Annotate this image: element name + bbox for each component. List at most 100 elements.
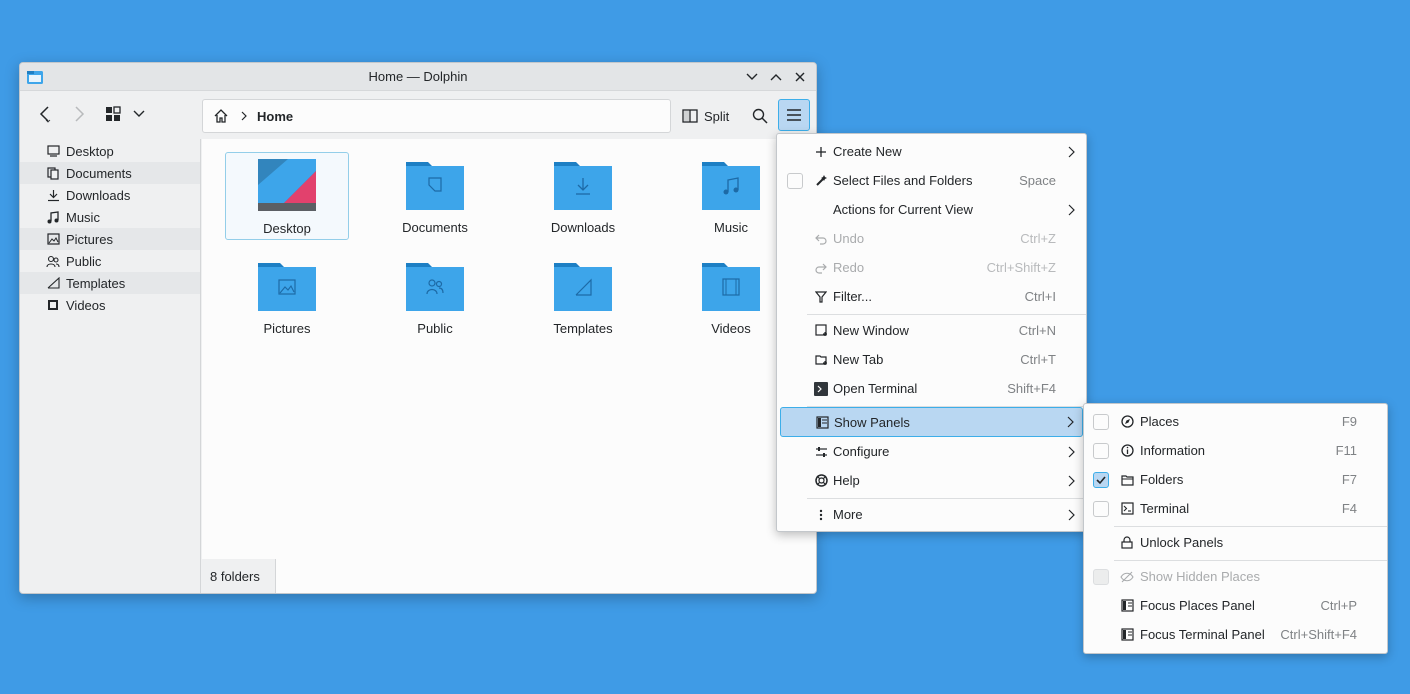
sidebar-item-label: Downloads	[66, 187, 131, 203]
sidebar-item-music[interactable]: Music	[20, 206, 200, 228]
public-icon	[46, 254, 60, 268]
status-bar: 8 folders	[202, 559, 276, 593]
templates-folder-icon	[554, 259, 612, 313]
folder-label: Music	[714, 220, 748, 235]
panel-item-show-hidden-places: Show Hidden Places	[1084, 562, 1387, 591]
chevron-right-icon	[1068, 146, 1075, 157]
new-tab-icon	[814, 353, 828, 367]
panel-item-information[interactable]: Information F11	[1084, 436, 1387, 465]
terminal-icon	[814, 381, 828, 396]
sidebar-item-templates[interactable]: Templates	[20, 272, 200, 294]
split-button[interactable]: Split	[678, 101, 733, 131]
videos-icon	[46, 298, 60, 312]
close-icon[interactable]	[790, 67, 810, 87]
dolphin-window: Home — Dolphin Home Split Desktop Docume…	[19, 62, 817, 594]
sidebar-item-label: Documents	[66, 165, 132, 181]
templates-icon	[46, 276, 60, 290]
chevron-right-icon	[1068, 475, 1075, 486]
sidebar-item-desktop[interactable]: Desktop	[20, 140, 200, 162]
split-view-icon	[682, 109, 698, 123]
file-view[interactable]: Desktop Documents Downloads Music Pictur…	[202, 139, 816, 593]
sidebar-item-downloads[interactable]: Downloads	[20, 184, 200, 206]
panel-item-unlock-panels[interactable]: Unlock Panels	[1084, 528, 1387, 557]
folder-desktop[interactable]: Desktop	[225, 152, 349, 240]
menu-item-show-panels[interactable]: Show Panels	[780, 407, 1083, 437]
panels-icon	[815, 415, 829, 429]
forward-button[interactable]	[64, 99, 94, 129]
folder-public[interactable]: Public	[373, 253, 497, 341]
breadcrumb-separator-icon	[241, 111, 247, 121]
folder-pictures[interactable]: Pictures	[225, 253, 349, 341]
dolphin-app-icon	[26, 69, 44, 85]
folder-count: 8 folders	[210, 568, 260, 584]
more-vertical-icon	[814, 508, 828, 522]
sidebar-item-pictures[interactable]: Pictures	[20, 228, 200, 250]
panel-item-focus-places[interactable]: Focus Places Panel Ctrl+P	[1084, 591, 1387, 620]
window-title: Home — Dolphin	[368, 69, 468, 84]
documents-folder-icon	[406, 158, 464, 212]
new-window-icon	[814, 324, 828, 338]
pictures-folder-icon	[258, 259, 316, 313]
sidebar-item-label: Templates	[66, 275, 126, 291]
downloads-icon	[46, 188, 60, 202]
menu-item-actions-current-view[interactable]: Actions for Current View	[777, 195, 1086, 224]
menu-item-new-window[interactable]: New Window Ctrl+N	[777, 316, 1086, 345]
panel-item-focus-terminal[interactable]: Focus Terminal Panel Ctrl+Shift+F4	[1084, 620, 1387, 649]
folders-checkbox[interactable]	[1093, 471, 1109, 488]
terminal-panel-icon	[1120, 502, 1134, 516]
menu-item-select-files[interactable]: Select Files and Folders Space	[777, 166, 1086, 195]
back-button[interactable]	[30, 99, 60, 129]
documents-icon	[46, 166, 60, 180]
sidebar-item-label: Videos	[66, 297, 106, 313]
folder-templates[interactable]: Templates	[521, 253, 645, 341]
plus-icon	[814, 145, 828, 159]
menu-item-help[interactable]: Help	[777, 466, 1086, 495]
information-checkbox[interactable]	[1093, 442, 1109, 459]
menu-item-configure[interactable]: Configure	[777, 437, 1086, 466]
view-mode-dropdown[interactable]	[124, 99, 154, 129]
menu-separator	[1114, 526, 1387, 527]
sidebar-item-label: Desktop	[66, 143, 114, 159]
chevron-right-icon	[1068, 204, 1075, 215]
places-checkbox[interactable]	[1093, 413, 1109, 430]
folder-videos[interactable]: Videos	[669, 253, 793, 341]
sidebar-item-label: Music	[66, 209, 100, 225]
panel-item-terminal[interactable]: Terminal F4	[1084, 494, 1387, 523]
hamburger-icon	[787, 109, 801, 121]
folder-icon	[1120, 473, 1134, 487]
hidden-places-checkbox	[1093, 568, 1109, 585]
hidden-eye-icon	[1120, 570, 1134, 584]
minimize-icon[interactable]	[742, 67, 762, 87]
search-icon	[752, 108, 768, 124]
menu-item-create-new[interactable]: Create New	[777, 137, 1086, 166]
hamburger-menu-button[interactable]	[778, 99, 810, 131]
menu-item-new-tab[interactable]: New Tab Ctrl+T	[777, 345, 1086, 374]
search-button[interactable]	[745, 101, 775, 131]
toolbar: Home Split	[20, 91, 816, 138]
folder-downloads[interactable]: Downloads	[521, 152, 645, 240]
menu-item-open-terminal[interactable]: Open Terminal Shift+F4	[777, 374, 1086, 403]
location-bar[interactable]: Home	[202, 99, 671, 133]
split-label: Split	[704, 108, 730, 124]
panel-item-folders[interactable]: Folders F7	[1084, 465, 1387, 494]
downloads-folder-icon	[554, 158, 612, 212]
chevron-down-icon	[133, 110, 145, 117]
redo-icon	[814, 261, 828, 275]
sidebar-item-videos[interactable]: Videos	[20, 294, 200, 316]
terminal-checkbox[interactable]	[1093, 500, 1109, 517]
folder-music[interactable]: Music	[669, 152, 793, 240]
folder-label: Videos	[711, 321, 751, 336]
wand-icon	[814, 174, 828, 188]
sidebar-item-documents[interactable]: Documents	[20, 162, 200, 184]
title-bar[interactable]: Home — Dolphin	[20, 63, 816, 91]
folder-documents[interactable]: Documents	[373, 152, 497, 240]
chevron-right-icon	[1067, 416, 1074, 428]
sidebar-item-public[interactable]: Public	[20, 250, 200, 272]
menu-item-filter[interactable]: Filter... Ctrl+I	[777, 282, 1086, 311]
panel-item-places[interactable]: Places F9	[1084, 407, 1387, 436]
select-checkbox[interactable]	[787, 172, 803, 189]
breadcrumb-home[interactable]: Home	[257, 109, 293, 124]
maximize-icon[interactable]	[766, 67, 786, 87]
menu-item-more[interactable]: More	[777, 500, 1086, 529]
menu-separator	[807, 498, 1086, 499]
